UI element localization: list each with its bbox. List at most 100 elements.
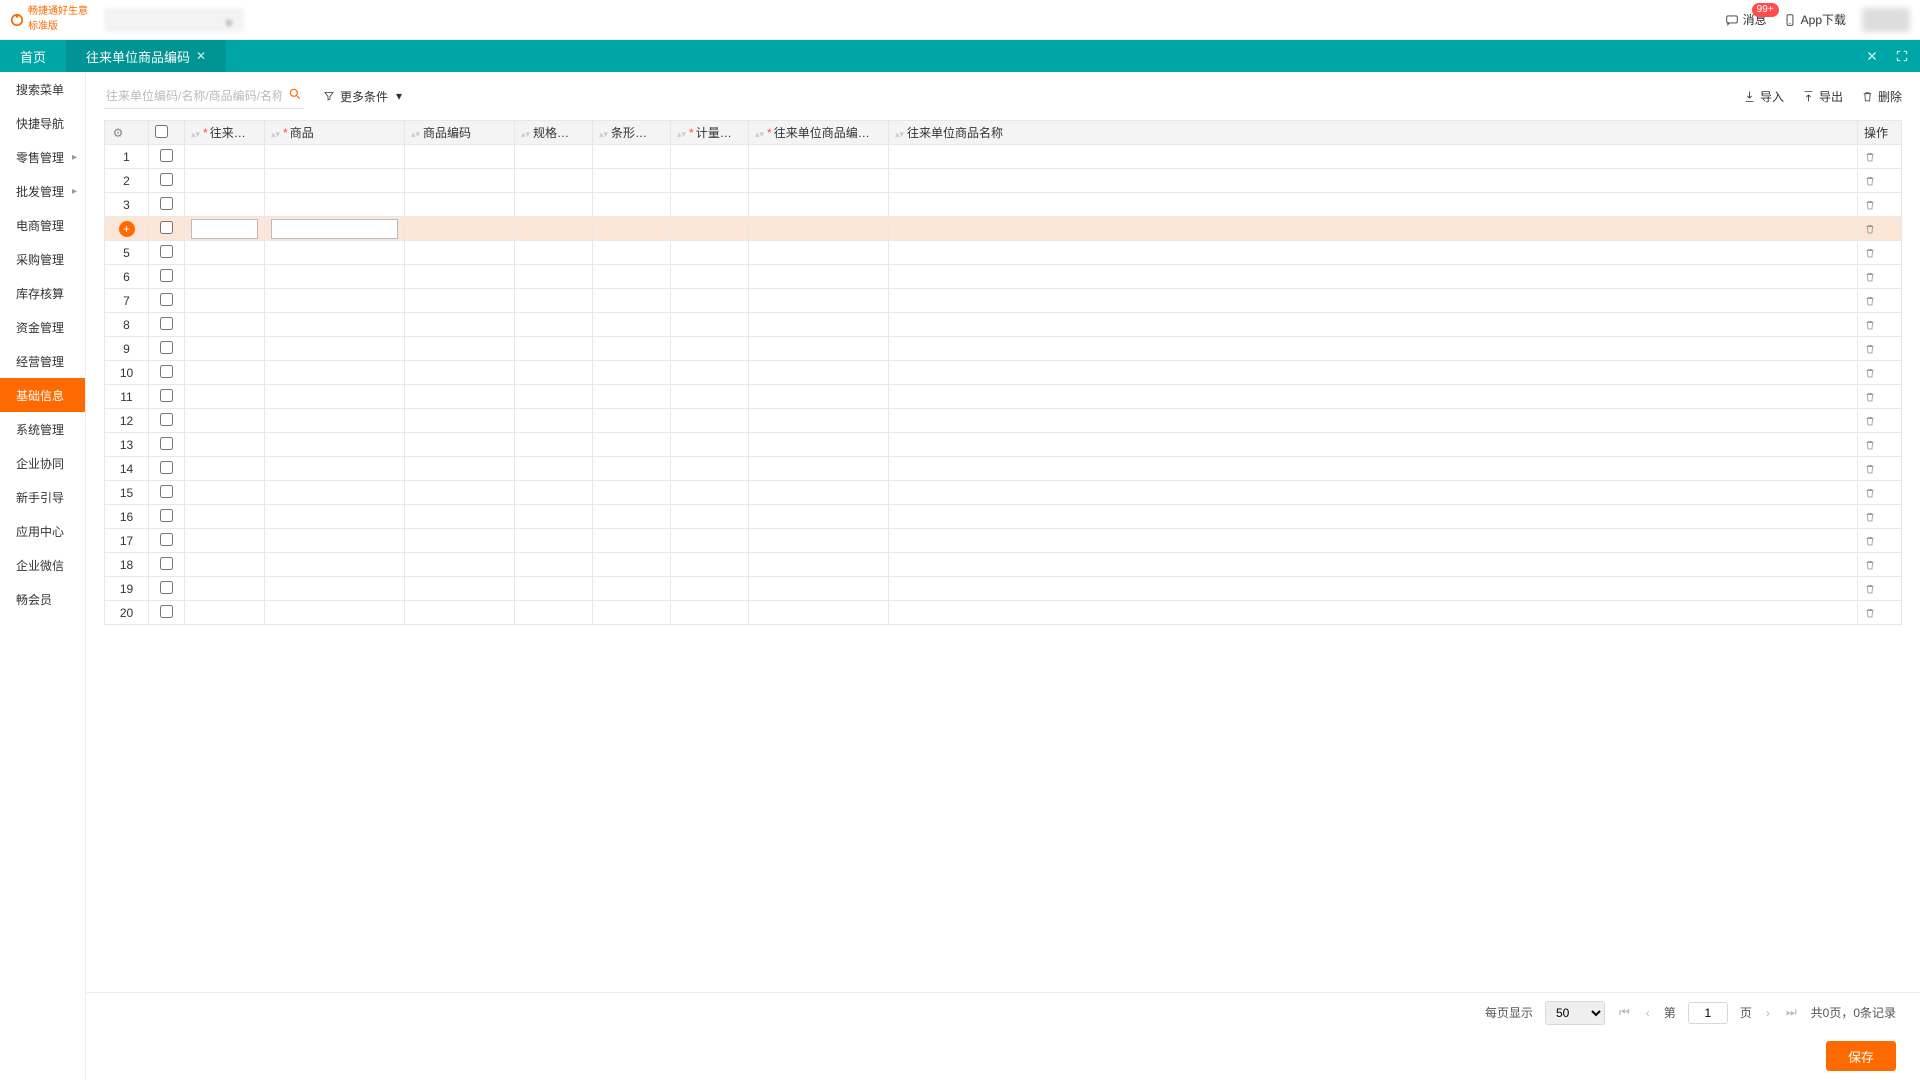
table-cell[interactable] bbox=[265, 433, 405, 457]
page-next-button[interactable]: › bbox=[1764, 1006, 1772, 1020]
table-cell[interactable] bbox=[593, 481, 671, 505]
row-checkbox[interactable] bbox=[160, 509, 173, 522]
page-input[interactable] bbox=[1688, 1002, 1728, 1024]
sidebar-item[interactable]: 资金管理 bbox=[0, 310, 85, 344]
col-product-code[interactable]: ▴▾商品编码 bbox=[405, 121, 515, 145]
table-cell[interactable] bbox=[889, 217, 1858, 241]
row-delete-button[interactable] bbox=[1864, 223, 1895, 235]
sidebar-item[interactable]: 批发管理 bbox=[0, 174, 85, 208]
table-cell[interactable] bbox=[671, 193, 749, 217]
table-cell[interactable] bbox=[749, 433, 889, 457]
row-checkbox[interactable] bbox=[160, 485, 173, 498]
row-delete-button[interactable] bbox=[1864, 415, 1895, 427]
search-input[interactable] bbox=[104, 83, 304, 109]
table-cell[interactable] bbox=[889, 601, 1858, 625]
table-cell[interactable] bbox=[185, 409, 265, 433]
table-row[interactable]: 20 bbox=[105, 601, 1902, 625]
row-delete-button[interactable] bbox=[1864, 271, 1895, 283]
table-row[interactable]: 10 bbox=[105, 361, 1902, 385]
table-cell[interactable] bbox=[671, 553, 749, 577]
more-conditions-button[interactable]: 更多条件 ▾ bbox=[322, 88, 406, 105]
table-cell[interactable] bbox=[749, 217, 889, 241]
app-download-button[interactable]: App下载 bbox=[1783, 11, 1846, 28]
table-row[interactable]: 13 bbox=[105, 433, 1902, 457]
table-cell[interactable] bbox=[889, 529, 1858, 553]
table-cell[interactable] bbox=[889, 313, 1858, 337]
table-cell[interactable] bbox=[265, 193, 405, 217]
table-cell[interactable] bbox=[749, 241, 889, 265]
table-cell[interactable] bbox=[749, 385, 889, 409]
sidebar-item[interactable]: 零售管理 bbox=[0, 140, 85, 174]
table-cell[interactable] bbox=[749, 457, 889, 481]
table-cell[interactable] bbox=[889, 505, 1858, 529]
table-cell[interactable] bbox=[515, 193, 593, 217]
sidebar-item[interactable]: 企业微信 bbox=[0, 548, 85, 582]
table-cell[interactable] bbox=[749, 409, 889, 433]
row-delete-button[interactable] bbox=[1864, 199, 1895, 211]
table-cell[interactable] bbox=[671, 169, 749, 193]
search-icon[interactable] bbox=[288, 87, 302, 101]
table-cell[interactable] bbox=[185, 481, 265, 505]
tab-home[interactable]: 首页 bbox=[0, 40, 66, 72]
table-cell[interactable] bbox=[405, 193, 515, 217]
table-cell[interactable] bbox=[185, 577, 265, 601]
table-cell[interactable] bbox=[671, 313, 749, 337]
table-cell[interactable] bbox=[671, 217, 749, 241]
table-cell[interactable] bbox=[593, 385, 671, 409]
row-delete-button[interactable] bbox=[1864, 535, 1895, 547]
table-row[interactable]: 3 bbox=[105, 193, 1902, 217]
table-row[interactable]: + bbox=[105, 217, 1902, 241]
table-cell[interactable] bbox=[265, 481, 405, 505]
table-cell[interactable] bbox=[405, 169, 515, 193]
table-row[interactable]: 17 bbox=[105, 529, 1902, 553]
table-cell[interactable] bbox=[265, 505, 405, 529]
row-delete-button[interactable] bbox=[1864, 367, 1895, 379]
table-cell[interactable] bbox=[405, 337, 515, 361]
table-cell[interactable] bbox=[265, 289, 405, 313]
table-cell[interactable] bbox=[593, 577, 671, 601]
sidebar-item[interactable]: 经营管理 bbox=[0, 344, 85, 378]
row-checkbox[interactable] bbox=[160, 269, 173, 282]
table-cell[interactable] bbox=[265, 241, 405, 265]
delete-button[interactable]: 删除 bbox=[1861, 88, 1902, 105]
table-cell[interactable] bbox=[265, 145, 405, 169]
table-cell[interactable] bbox=[515, 553, 593, 577]
table-cell[interactable] bbox=[593, 457, 671, 481]
row-delete-button[interactable] bbox=[1864, 343, 1895, 355]
page-last-button[interactable]: ⏭ bbox=[1784, 1005, 1799, 1020]
org-selector[interactable]: ▾ bbox=[104, 8, 244, 32]
table-cell[interactable] bbox=[889, 289, 1858, 313]
table-cell[interactable] bbox=[515, 385, 593, 409]
cell-input-partner[interactable] bbox=[191, 219, 258, 239]
save-button[interactable]: 保存 bbox=[1826, 1041, 1896, 1071]
row-checkbox[interactable] bbox=[160, 557, 173, 570]
table-cell[interactable] bbox=[749, 265, 889, 289]
table-cell[interactable] bbox=[185, 145, 265, 169]
table-cell[interactable] bbox=[265, 553, 405, 577]
sidebar-item[interactable]: 系统管理 bbox=[0, 412, 85, 446]
table-cell[interactable] bbox=[185, 529, 265, 553]
col-partner-code[interactable]: ▴▾*往来单位商品编… bbox=[749, 121, 889, 145]
row-checkbox[interactable] bbox=[160, 173, 173, 186]
row-delete-button[interactable] bbox=[1864, 511, 1895, 523]
table-row[interactable]: 11 bbox=[105, 385, 1902, 409]
table-cell[interactable] bbox=[671, 265, 749, 289]
table-cell[interactable] bbox=[515, 145, 593, 169]
row-delete-button[interactable] bbox=[1864, 439, 1895, 451]
table-cell[interactable] bbox=[405, 505, 515, 529]
table-cell[interactable] bbox=[265, 169, 405, 193]
table-row[interactable]: 9 bbox=[105, 337, 1902, 361]
table-cell[interactable] bbox=[265, 385, 405, 409]
table-cell[interactable] bbox=[405, 217, 515, 241]
table-cell[interactable] bbox=[749, 553, 889, 577]
table-cell[interactable] bbox=[515, 505, 593, 529]
sidebar-item[interactable]: 畅会员 bbox=[0, 582, 85, 616]
row-checkbox[interactable] bbox=[160, 317, 173, 330]
row-delete-button[interactable] bbox=[1864, 391, 1895, 403]
table-cell[interactable] bbox=[749, 505, 889, 529]
table-cell[interactable] bbox=[889, 481, 1858, 505]
table-cell[interactable] bbox=[889, 457, 1858, 481]
table-cell[interactable] bbox=[749, 361, 889, 385]
row-checkbox[interactable] bbox=[160, 413, 173, 426]
table-cell[interactable] bbox=[405, 481, 515, 505]
